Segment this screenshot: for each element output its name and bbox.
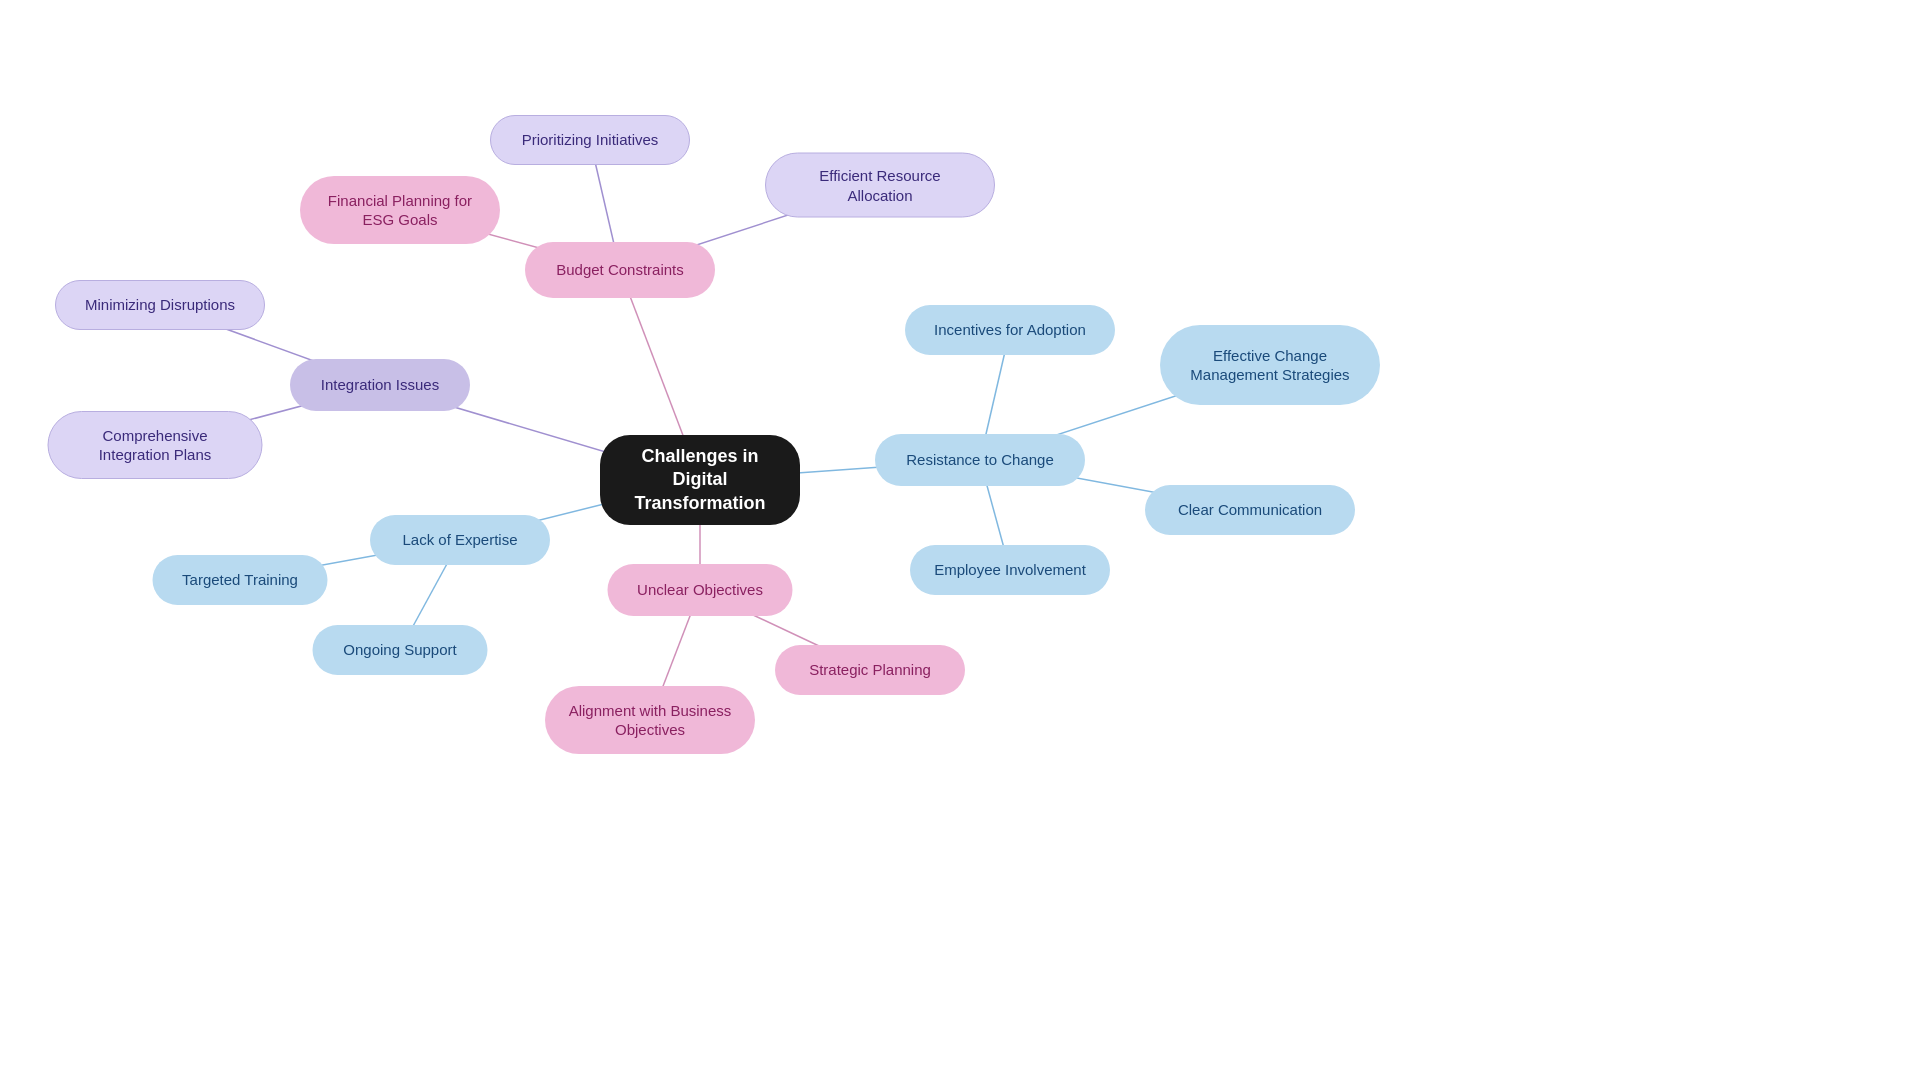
node-resistance[interactable]: Resistance to Change — [875, 434, 1085, 486]
node-prioritizing[interactable]: Prioritizing Initiatives — [490, 115, 690, 165]
node-clear-comm[interactable]: Clear Communication — [1145, 485, 1355, 535]
node-minimizing[interactable]: Minimizing Disruptions — [55, 280, 265, 330]
node-ongoing[interactable]: Ongoing Support — [313, 625, 488, 675]
node-employee[interactable]: Employee Involvement — [910, 545, 1110, 595]
node-integration[interactable]: Integration Issues — [290, 359, 470, 411]
node-unclear[interactable]: Unclear Objectives — [608, 564, 793, 616]
node-targeted[interactable]: Targeted Training — [153, 555, 328, 605]
node-financial-planning[interactable]: Financial Planning for ESG Goals — [300, 176, 500, 244]
node-efficient-resource[interactable]: Efficient Resource Allocation — [765, 153, 995, 218]
node-budget[interactable]: Budget Constraints — [525, 242, 715, 298]
center-node[interactable]: Challenges in Digital Transformation — [600, 435, 800, 525]
node-expertise[interactable]: Lack of Expertise — [370, 515, 550, 565]
node-incentives[interactable]: Incentives for Adoption — [905, 305, 1115, 355]
node-effective-change[interactable]: Effective Change Management Strategies — [1160, 325, 1380, 405]
node-comprehensive[interactable]: Comprehensive Integration Plans — [48, 411, 263, 479]
node-alignment[interactable]: Alignment with Business Objectives — [545, 686, 755, 754]
node-strategic[interactable]: Strategic Planning — [775, 645, 965, 695]
